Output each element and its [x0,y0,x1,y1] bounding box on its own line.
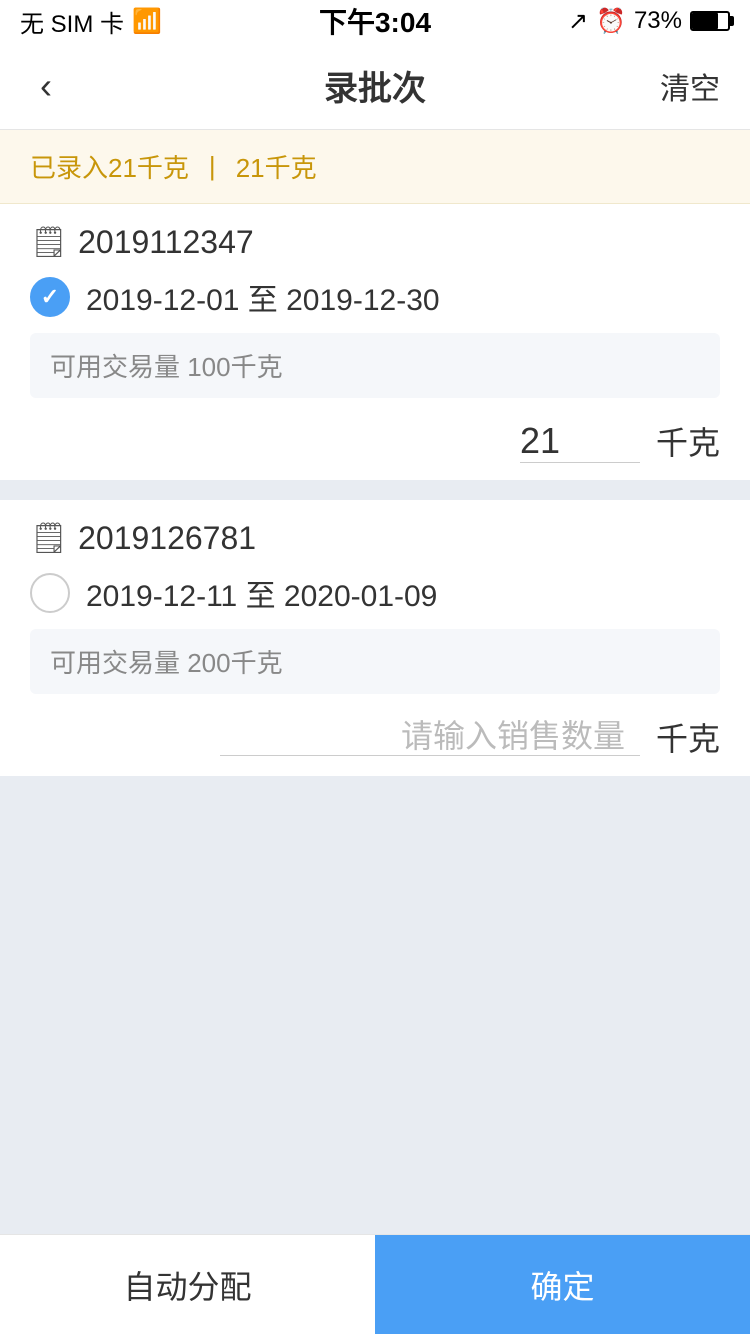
batch-1-unit: 千克 [656,418,720,464]
status-left: 无 SIM 卡 📶 [20,4,162,39]
wifi-icon: 📶 [132,7,162,36]
summary-amount: 21千克 [236,148,317,185]
batch-2-unit: 千克 [656,714,720,760]
carrier-text: 无 SIM 卡 [20,4,124,39]
summary-divider: | [209,151,216,182]
battery-percent: 73% [634,7,682,35]
batch-card-2: 🗒 2019126781 2019-12-11 至 2020-01-09 可用交… [0,500,750,776]
nav-bar: ‹ 录批次 清空 [0,42,750,130]
status-time: 下午3:04 [319,1,431,41]
page-title: 录批次 [324,61,426,110]
confirm-label: 确定 [530,1262,594,1308]
batch-2-checkbox[interactable] [30,573,70,613]
batch-2-icon: 🗒 [30,521,68,556]
bottom-bar: 自动分配 确定 [0,1234,750,1334]
empty-area [0,776,750,1234]
batch-1-date: 2019-12-01 至 2019-12-30 [86,275,440,319]
summary-recorded: 已录入21千克 [30,148,189,185]
batch-1-date-row: 2019-12-01 至 2019-12-30 [30,275,720,319]
batch-2-id-row: 🗒 2019126781 [30,520,720,557]
batch-1-avail: 可用交易量 100千克 [30,333,720,398]
alarm-icon: ⏰ [596,7,626,36]
batch-1-avail-text: 可用交易量 100千克 [50,352,283,382]
auto-distribute-label: 自动分配 [123,1262,251,1308]
batch-1-id-row: 🗒 2019112347 [30,224,720,261]
batch-1-id: 2019112347 [78,224,254,261]
confirm-button[interactable]: 确定 [375,1235,750,1334]
batch-1-quantity-row: 21 千克 [0,398,750,480]
batch-2-avail: 可用交易量 200千克 [30,629,720,694]
batch-2-avail-text: 可用交易量 200千克 [50,648,283,678]
batch-2-date: 2019-12-11 至 2020-01-09 [86,571,437,615]
back-button[interactable]: ‹ [30,55,62,117]
batch-2-quantity-input[interactable] [220,718,640,756]
section-separator-1 [0,480,750,500]
batch-1-quantity: 21 [520,420,640,463]
batch-2-id: 2019126781 [78,520,256,557]
batch-2-input-row[interactable]: 千克 [0,694,750,776]
battery-icon [690,11,730,31]
batch-2-date-row: 2019-12-11 至 2020-01-09 [30,571,720,615]
summary-banner: 已录入21千克 | 21千克 [0,130,750,204]
clear-button[interactable]: 清空 [660,64,720,108]
location-icon: ↗ [568,7,588,36]
batch-1-icon: 🗒 [30,225,68,260]
auto-distribute-button[interactable]: 自动分配 [0,1235,375,1334]
batch-card-1: 🗒 2019112347 2019-12-01 至 2019-12-30 可用交… [0,204,750,480]
status-bar: 无 SIM 卡 📶 下午3:04 ↗ ⏰ 73% [0,0,750,42]
status-right: ↗ ⏰ 73% [568,7,730,36]
batch-1-checkbox[interactable] [30,277,70,317]
